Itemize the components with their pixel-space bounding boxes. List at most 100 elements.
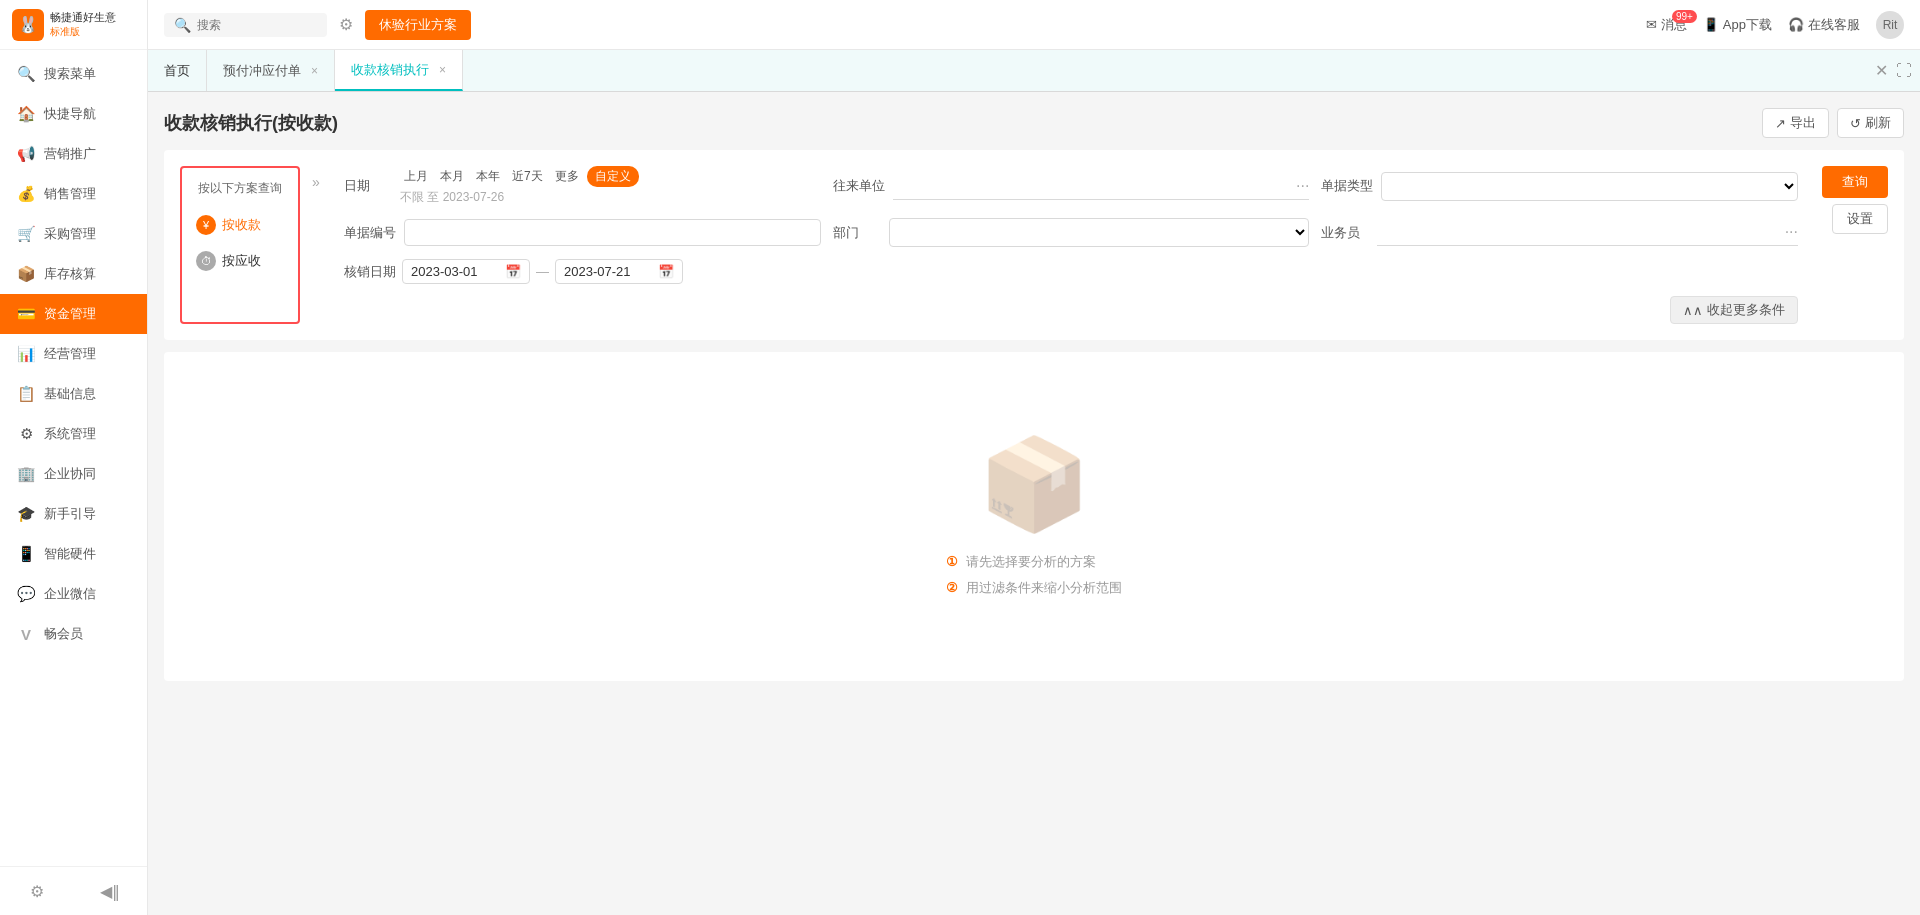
top-search-input[interactable] [197, 18, 317, 32]
operations-icon: 📊 [16, 344, 36, 364]
sidebar-item-operations[interactable]: 📊 经营管理 [0, 334, 147, 374]
collapse-sidebar-btn[interactable]: ◀‖ [94, 875, 126, 907]
online-service-btn[interactable]: 🎧 在线客服 [1788, 16, 1860, 34]
settings-filter-btn[interactable]: 设置 [1832, 204, 1888, 234]
date-chip-last-month[interactable]: 上月 [400, 166, 432, 187]
sidebar-item-system[interactable]: ⚙ 系统管理 [0, 414, 147, 454]
dept-select[interactable] [889, 218, 1310, 247]
tab-writeoff-label: 收款核销执行 [351, 61, 429, 79]
refresh-btn[interactable]: ↺ 刷新 [1837, 108, 1904, 138]
date-chip-this-year[interactable]: 本年 [472, 166, 504, 187]
user-avatar[interactable]: Rit [1876, 11, 1904, 39]
date-chips: 上月 本月 本年 近7天 更多 自定义 [400, 166, 821, 187]
filter-option-by-receivable[interactable]: ⏱ 按应收 [190, 243, 290, 279]
sidebar-item-finance[interactable]: 💳 资金管理 [0, 294, 147, 334]
logo-icon: 🐰 [12, 9, 44, 41]
sidebar-item-basics[interactable]: 📋 基础信息 [0, 374, 147, 414]
enterprise-icon: 🏢 [16, 464, 36, 484]
industry-btn[interactable]: 休验行业方案 [365, 10, 471, 40]
sidebar-item-purchase[interactable]: 🛒 采购管理 [0, 214, 147, 254]
sidebar-item-marketing[interactable]: 📢 营销推广 [0, 134, 147, 174]
wechat-icon: 💬 [16, 584, 36, 604]
empty-state: 📦 ① 请先选择要分析的方案 ② 用过滤条件来缩小分析范围 [164, 352, 1904, 681]
sidebar-bottom: ⚙ ◀‖ [0, 866, 147, 915]
filter-collapse-arrow[interactable]: » [312, 166, 332, 324]
filter-field-dept: 部门 [833, 218, 1310, 247]
sidebar-item-sales[interactable]: 💰 销售管理 [0, 174, 147, 214]
phone-icon: 📱 [1703, 17, 1719, 32]
app-edition: 标准版 [50, 25, 116, 39]
message-icon: ✉ [1646, 17, 1657, 32]
tab-writeoff-close[interactable]: × [439, 63, 446, 77]
doc-no-input[interactable] [404, 219, 821, 246]
settings-bottom-btn[interactable]: ⚙ [21, 875, 53, 907]
sidebar-item-hardware[interactable]: 📱 智能硬件 [0, 534, 147, 574]
sidebar-nav: 🔍 搜索菜单 🏠 快捷导航 📢 营销推广 💰 销售管理 🛒 采购管理 📦 库存核… [0, 50, 147, 866]
system-icon: ⚙ [16, 424, 36, 444]
message-btn[interactable]: ✉ 消息 99+ [1646, 16, 1687, 34]
date-chip-more[interactable]: 更多 [551, 166, 583, 187]
counterpart-more-btn[interactable]: ··· [1296, 177, 1309, 195]
query-btn[interactable]: 查询 [1822, 166, 1888, 198]
filter-sidebar-title: 按以下方案查询 [190, 180, 290, 197]
topbar-right: ✉ 消息 99+ 📱 App下载 🎧 在线客服 Rit [1646, 11, 1904, 39]
filter-actions-row: ∧∧ 收起更多条件 [344, 296, 1798, 324]
sidebar-item-inventory[interactable]: 📦 库存核算 [0, 254, 147, 294]
page-header: 收款核销执行(按收款) ↗ 导出 ↺ 刷新 [164, 108, 1904, 138]
app-download-btn[interactable]: 📱 App下载 [1703, 16, 1772, 34]
doc-type-select[interactable] [1381, 172, 1798, 201]
filter-options-sidebar: 按以下方案查询 ¥ 按收款 ⏱ 按应收 [180, 166, 300, 324]
headset-icon: 🎧 [1788, 17, 1804, 32]
filter-form: 日期 上月 本月 本年 近7天 更多 自定义 不限 [344, 166, 1798, 324]
date-chip-this-month[interactable]: 本月 [436, 166, 468, 187]
dept-label: 部门 [833, 224, 881, 242]
tab-home[interactable]: 首页 [148, 50, 207, 91]
message-badge: 99+ [1672, 10, 1697, 23]
sidebar-item-wechat[interactable]: 💬 企业微信 [0, 574, 147, 614]
page-actions: ↗ 导出 ↺ 刷新 [1762, 108, 1904, 138]
calendar-start-icon[interactable]: 📅 [505, 264, 521, 279]
date-label: 日期 [344, 177, 392, 195]
filter-option-by-receipt[interactable]: ¥ 按收款 [190, 207, 290, 243]
marketing-icon: 📢 [16, 144, 36, 164]
sidebar-item-search[interactable]: 🔍 搜索菜单 [0, 54, 147, 94]
date-no-limit: 不限 [400, 190, 424, 204]
writeoff-date-start-input[interactable] [411, 264, 501, 279]
writeoff-date-end-input[interactable] [564, 264, 654, 279]
main-area: 🔍 ⚙ 休验行业方案 ✉ 消息 99+ 📱 App下载 🎧 在线客服 Rit 首… [148, 0, 1920, 915]
tab-close-all-btn[interactable]: ✕ [1875, 61, 1888, 80]
date-chip-7days[interactable]: 近7天 [508, 166, 547, 187]
tab-prepay[interactable]: 预付冲应付单 × [207, 50, 335, 91]
tabbar: 首页 预付冲应付单 × 收款核销执行 × ✕ ⛶ [148, 50, 1920, 92]
hardware-icon: 📱 [16, 544, 36, 564]
refresh-icon: ↺ [1850, 116, 1861, 131]
sidebar-item-guide[interactable]: 🎓 新手引导 [0, 494, 147, 534]
sidebar: 🐰 畅捷通好生意 标准版 🔍 搜索菜单 🏠 快捷导航 📢 营销推广 💰 销售管理… [0, 0, 148, 915]
export-btn[interactable]: ↗ 导出 [1762, 108, 1829, 138]
tab-prepay-close[interactable]: × [311, 64, 318, 78]
staff-more-btn[interactable]: ··· [1785, 223, 1798, 241]
guide-icon: 🎓 [16, 504, 36, 524]
collapse-more-btn[interactable]: ∧∧ 收起更多条件 [1670, 296, 1798, 324]
topbar: 🔍 ⚙ 休验行业方案 ✉ 消息 99+ 📱 App下载 🎧 在线客服 Rit [148, 0, 1920, 50]
calendar-end-icon[interactable]: 📅 [658, 264, 674, 279]
tab-prepay-label: 预付冲应付单 [223, 62, 301, 80]
top-search-box[interactable]: 🔍 [164, 13, 327, 37]
settings-icon[interactable]: ⚙ [339, 15, 353, 34]
filter-row-2: 单据编号 部门 业务员 ··· [344, 218, 1798, 247]
content-area: 收款核销执行(按收款) ↗ 导出 ↺ 刷新 按以下方案查询 ¥ 按收款 [148, 92, 1920, 915]
sidebar-item-enterprise[interactable]: 🏢 企业协同 [0, 454, 147, 494]
tabbar-actions: ✕ ⛶ [1867, 50, 1920, 91]
date-to: 至 2023-07-26 [427, 190, 504, 204]
export-icon: ↗ [1775, 116, 1786, 131]
tab-expand-btn[interactable]: ⛶ [1896, 62, 1912, 80]
collapse-arrow-icon: ∧∧ [1683, 303, 1703, 318]
sidebar-item-quick-nav[interactable]: 🏠 快捷导航 [0, 94, 147, 134]
filter-panel: 按以下方案查询 ¥ 按收款 ⏱ 按应收 » [164, 150, 1904, 340]
app-name: 畅捷通好生意 [50, 10, 116, 24]
tab-writeoff[interactable]: 收款核销执行 × [335, 50, 463, 91]
sidebar-item-member[interactable]: V 畅会员 [0, 614, 147, 654]
date-chip-custom[interactable]: 自定义 [587, 166, 639, 187]
search-icon: 🔍 [174, 17, 191, 33]
empty-tips: ① 请先选择要分析的方案 ② 用过滤条件来缩小分析范围 [946, 549, 1122, 601]
